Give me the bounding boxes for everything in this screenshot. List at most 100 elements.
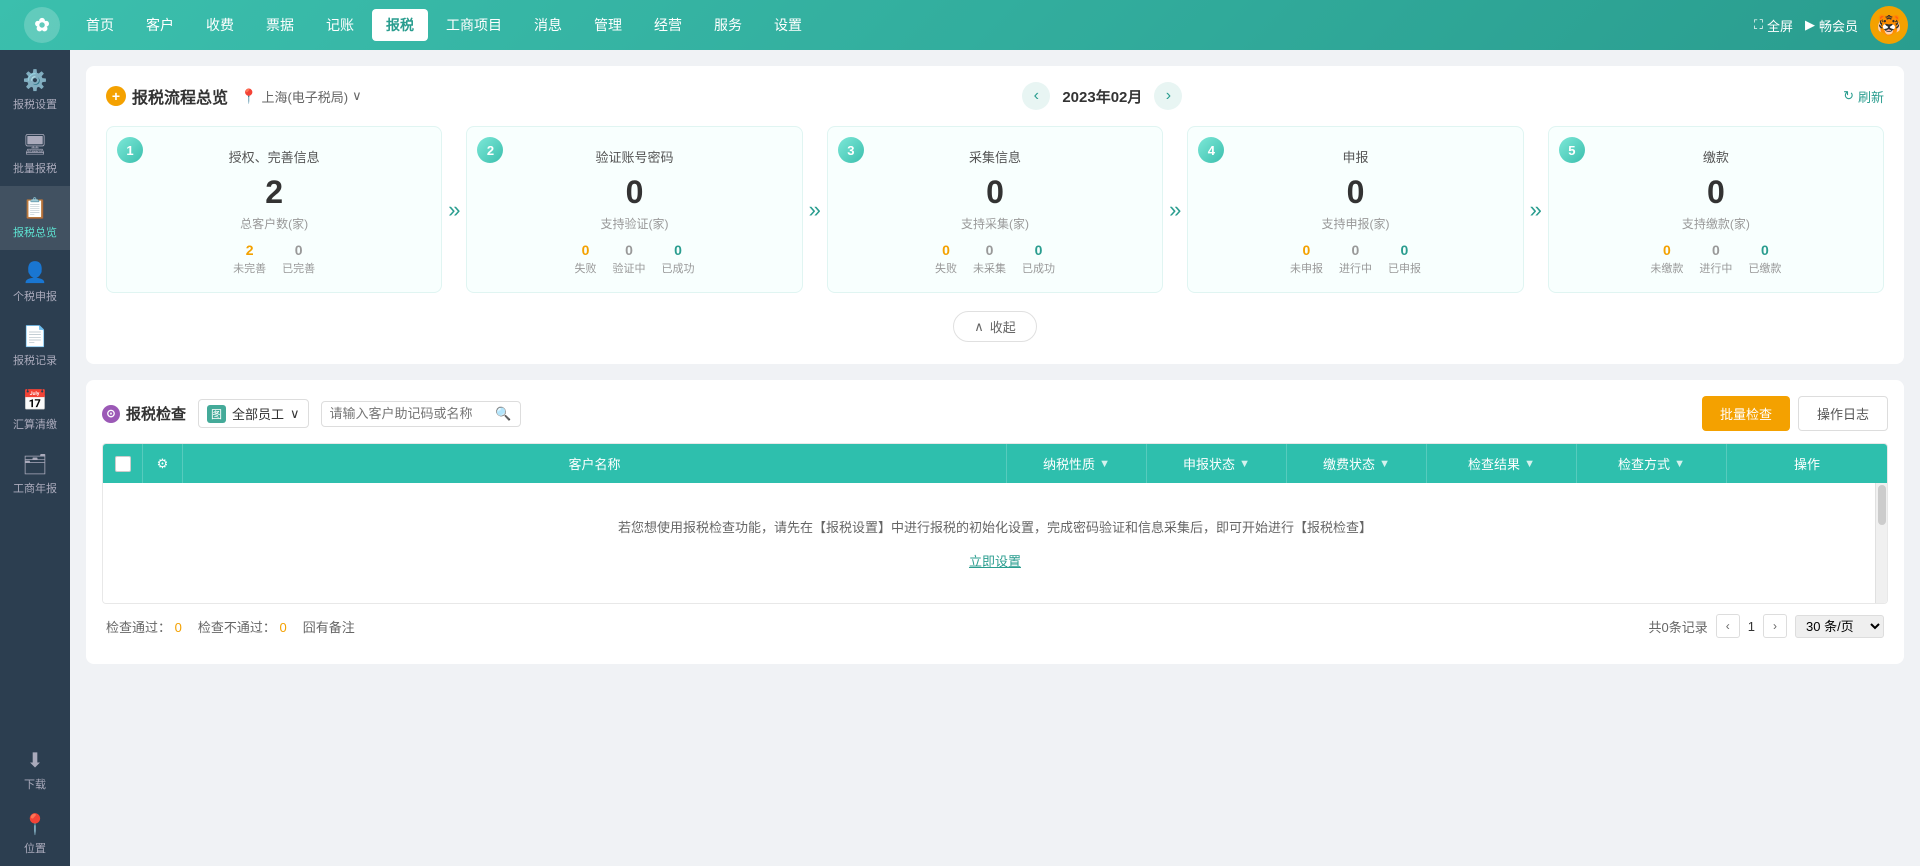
nav-manage[interactable]: 管理 (580, 9, 636, 41)
individual-tax-icon: 👤 (23, 260, 48, 285)
step-card-4: 4 申报 0 支持申报(家) 0 未申报 0 进行中 0 已申报 (1187, 126, 1523, 293)
sidebar-item-tax-overview[interactable]: 📋 报税总览 (0, 186, 70, 250)
select-all-checkbox[interactable] (115, 456, 131, 472)
table-scrollbar[interactable] (1875, 483, 1887, 603)
step-stats-2: 0 失败 0 验证中 0 已成功 (483, 242, 785, 276)
th-check-method[interactable]: 检查方式 ▼ (1577, 444, 1727, 483)
stat-in-progress-4[interactable]: 0 进行中 (1339, 242, 1372, 276)
stat-success-2[interactable]: 0 已成功 (662, 242, 695, 276)
stat-complete[interactable]: 0 已完善 (282, 242, 315, 276)
sidebar-item-location[interactable]: 📍 位置 (19, 802, 52, 866)
overview-title: + 报税流程总览 (106, 84, 228, 108)
next-page-button[interactable]: › (1763, 614, 1787, 638)
nav-message[interactable]: 消息 (520, 9, 576, 41)
filter-icon-5: ▼ (1674, 458, 1685, 470)
nav-home[interactable]: 首页 (72, 9, 128, 41)
collapse-chevron-icon: ∧ (974, 319, 984, 335)
next-month-button[interactable]: › (1154, 82, 1182, 110)
th-tax-nature[interactable]: 纳税性质 ▼ (1007, 444, 1147, 483)
fail-count[interactable]: 0 (280, 620, 287, 635)
sidebar-label-annual-settlement: 汇算清缴 (13, 416, 57, 432)
th-client-name[interactable]: 客户名称 (183, 444, 1007, 483)
th-check-result[interactable]: 检查结果 ▼ (1427, 444, 1577, 483)
th-pay-status[interactable]: 缴费状态 ▼ (1287, 444, 1427, 483)
th-check-result-text: 检查结果 (1468, 454, 1520, 473)
current-page: 1 (1748, 619, 1755, 634)
sidebar-item-individual-tax[interactable]: 👤 个税申报 (0, 250, 70, 314)
search-icon[interactable]: 🔍 (495, 406, 511, 422)
stat-verifying[interactable]: 0 验证中 (613, 242, 646, 276)
main-content: + 报税流程总览 📍 上海(电子税局) ∨ ‹ 2023年02月 › ↻ 刷新 (70, 50, 1920, 866)
nav-invoice[interactable]: 票据 (252, 9, 308, 41)
pass-label-text: 检查通过： (106, 620, 171, 635)
logo-area: ✿ (12, 7, 72, 43)
operation-log-button[interactable]: 操作日志 (1798, 396, 1888, 431)
nav-settings[interactable]: 设置 (760, 9, 816, 41)
tax-check-section: ⊙ 报税检查 图 全部员工 ∨ 🔍 批量检查 操作日志 (86, 380, 1904, 664)
pass-count[interactable]: 0 (175, 620, 182, 635)
stat-unpaid[interactable]: 0 未缴款 (1650, 242, 1683, 276)
per-page-select[interactable]: 30 条/页50 条/页100 条/页 (1795, 615, 1884, 638)
refresh-button[interactable]: ↻ 刷新 (1843, 87, 1884, 106)
batch-tax-icon: 🖥 (22, 132, 47, 157)
filter-icon-1: ▼ (1099, 458, 1110, 470)
fullscreen-button[interactable]: ⛶ 全屏 (1754, 16, 1793, 35)
stat-success-3[interactable]: 0 已成功 (1022, 242, 1055, 276)
sidebar-label-tax-overview: 报税总览 (13, 224, 57, 240)
fail-label-text: 检查不通过： (198, 620, 276, 635)
nav-client[interactable]: 客户 (132, 9, 188, 41)
sidebar-item-tax-settings[interactable]: ⚙️ 报税设置 (0, 58, 70, 122)
stat-in-progress-5[interactable]: 0 进行中 (1699, 242, 1732, 276)
sidebar-item-annual-settlement[interactable]: 📅 汇算清缴 (0, 378, 70, 442)
step-number-1: 1 (117, 137, 143, 163)
footer-right: 共0条记录 ‹ 1 › 30 条/页50 条/页100 条/页 (1649, 614, 1884, 638)
stat-val-failed-3: 0 (942, 242, 950, 258)
employee-selector[interactable]: 图 全部员工 ∨ (198, 399, 309, 428)
logo-icon: ✿ (24, 7, 60, 43)
stat-val-uncollected: 0 (986, 242, 994, 258)
stat-val-paid: 0 (1761, 242, 1769, 258)
th-tax-nature-text: 纳税性质 (1043, 454, 1095, 473)
sidebar-item-download[interactable]: ⬇ 下载 (19, 738, 52, 802)
nav-fee[interactable]: 收费 (192, 9, 248, 41)
stat-incomplete[interactable]: 2 未完善 (233, 242, 266, 276)
th-pay-status-text: 缴费状态 (1323, 454, 1375, 473)
sidebar-label-annual-report: 工商年报 (13, 480, 57, 496)
sidebar-item-annual-report[interactable]: 🗂 工商年报 (0, 442, 70, 506)
th-settings[interactable]: ⚙ (143, 444, 183, 483)
location-selector[interactable]: 📍 上海(电子税局) ∨ (240, 87, 362, 106)
th-declare-status[interactable]: 申报状态 ▼ (1147, 444, 1287, 483)
overview-title-text: 报税流程总览 (132, 84, 228, 108)
step-subtitle-2: 支持验证(家) (483, 215, 785, 232)
stat-label-incomplete: 未完善 (233, 260, 266, 276)
prev-page-button[interactable]: ‹ (1716, 614, 1740, 638)
step-title-3: 采集信息 (844, 147, 1146, 166)
sidebar-item-batch-tax[interactable]: 🖥 批量报税 (0, 122, 70, 186)
nav-business[interactable]: 工商项目 (432, 9, 516, 41)
prev-month-button[interactable]: ‹ (1022, 82, 1050, 110)
setup-link[interactable]: 立即设置 (969, 554, 1021, 569)
search-input[interactable] (330, 406, 490, 421)
stat-failed-3[interactable]: 0 失败 (935, 242, 957, 276)
collapse-button[interactable]: ∧ 收起 (953, 311, 1037, 342)
stat-failed-2[interactable]: 0 失败 (575, 242, 597, 276)
stat-reported[interactable]: 0 已申报 (1388, 242, 1421, 276)
th-checkbox[interactable] (103, 444, 143, 483)
th-operation: 操作 (1727, 444, 1887, 483)
batch-check-button[interactable]: 批量检查 (1702, 396, 1790, 431)
nav-tax[interactable]: 报税 (372, 9, 428, 41)
nav-service[interactable]: 服务 (700, 9, 756, 41)
step-count-3: 0 (844, 174, 1146, 211)
stat-val-in-progress-5: 0 (1712, 242, 1720, 258)
mascot-avatar[interactable]: 🐯 (1870, 6, 1908, 44)
overview-card: + 报税流程总览 📍 上海(电子税局) ∨ ‹ 2023年02月 › ↻ 刷新 (86, 66, 1904, 364)
member-button[interactable]: ▶ 畅会员 (1805, 16, 1858, 35)
scroll-thumb (1878, 485, 1886, 525)
stat-unreported[interactable]: 0 未申报 (1290, 242, 1323, 276)
nav-operation[interactable]: 经营 (640, 9, 696, 41)
stat-val-incomplete: 2 (246, 242, 254, 258)
stat-paid[interactable]: 0 已缴款 (1748, 242, 1781, 276)
stat-uncollected[interactable]: 0 未采集 (973, 242, 1006, 276)
nav-accounting[interactable]: 记账 (312, 9, 368, 41)
sidebar-item-tax-records[interactable]: 📄 报税记录 (0, 314, 70, 378)
